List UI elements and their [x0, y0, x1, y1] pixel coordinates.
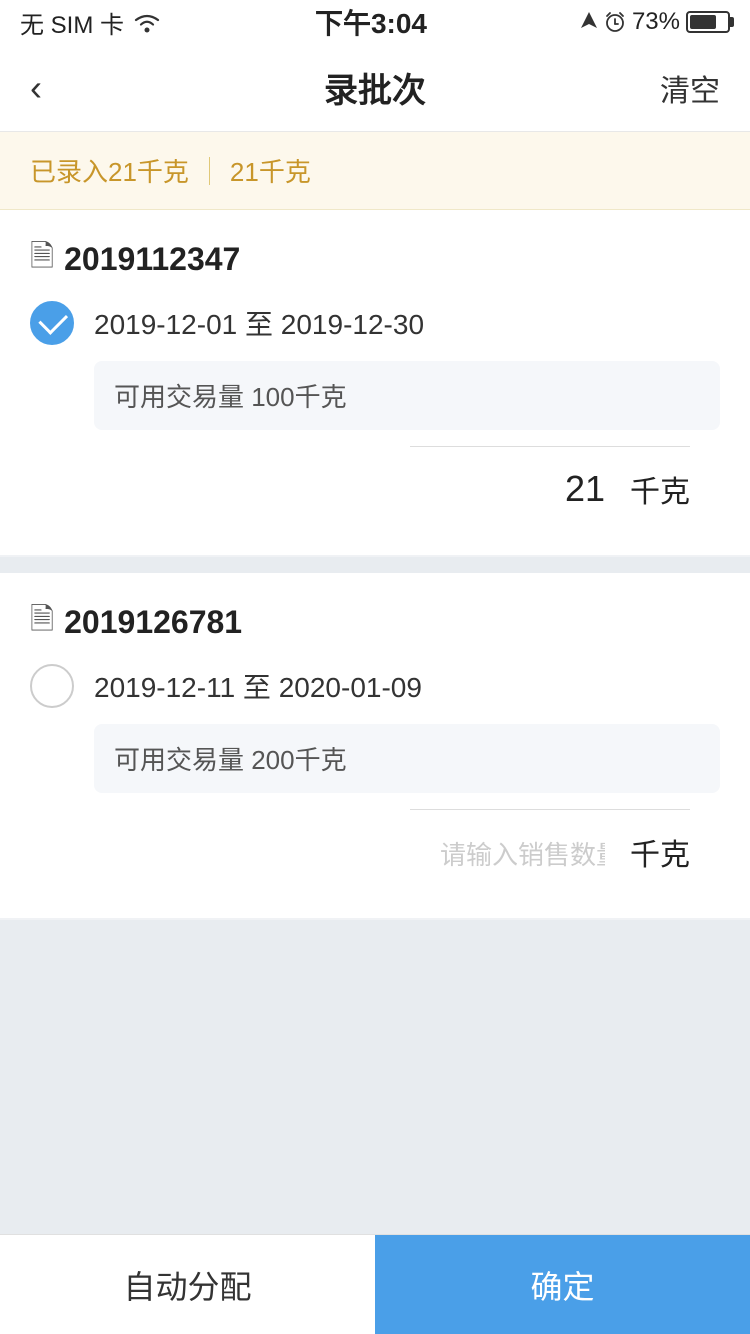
- batch-2-quantity-input[interactable]: [440, 831, 620, 873]
- info-divider: [209, 157, 210, 185]
- batch-1-avail: 可用交易量 100千克: [94, 361, 720, 430]
- batch-2-quantity-row: 千克: [30, 820, 720, 894]
- status-right: 73%: [580, 8, 730, 36]
- status-time: 下午3:04: [315, 2, 427, 42]
- batch-2-doc-icon: 🗎: [30, 597, 54, 648]
- batch-2-header: 🗎 2019126781: [30, 597, 720, 648]
- status-left: 无 SIM 卡: [20, 5, 162, 40]
- status-bar: 无 SIM 卡 下午3:04 73%: [0, 0, 750, 44]
- batch-item-1: 🗎 2019112347 2019-12-01 至 2019-12-30 可用交…: [0, 210, 750, 555]
- batch-1-header: 🗎 2019112347: [30, 234, 720, 285]
- clear-button[interactable]: 清空: [660, 66, 720, 110]
- section-divider: [0, 557, 750, 573]
- batch-2-id: 2019126781: [64, 604, 242, 641]
- batch-2-avail: 可用交易量 200千克: [94, 724, 720, 793]
- location-icon: [580, 11, 598, 33]
- batch-1-input-underline: [410, 446, 690, 447]
- batch-2-radio[interactable]: [30, 664, 74, 708]
- bottom-bar: 自动分配 确定: [0, 1234, 750, 1334]
- auto-distribute-button[interactable]: 自动分配: [0, 1235, 375, 1334]
- carrier-label: 无 SIM 卡: [20, 5, 124, 40]
- batch-1-doc-icon: 🗎: [30, 234, 54, 285]
- batch-2-unit: 千克: [630, 830, 690, 874]
- batch-1-id: 2019112347: [64, 241, 240, 278]
- battery-icon: [686, 11, 730, 33]
- recorded-amount-value: 21千克: [230, 152, 311, 189]
- battery-percent: 73%: [632, 8, 680, 36]
- batch-1-quantity-row: 千克: [30, 457, 720, 531]
- info-banner: 已录入21千克 21千克: [0, 132, 750, 210]
- batch-item-2: 🗎 2019126781 2019-12-11 至 2020-01-09 可用交…: [0, 573, 750, 918]
- batch-1-quantity-input[interactable]: [440, 468, 620, 510]
- wifi-icon: [132, 11, 162, 33]
- batch-1-radio[interactable]: [30, 301, 74, 345]
- confirm-button[interactable]: 确定: [375, 1235, 750, 1334]
- page-title: 录批次: [324, 63, 426, 112]
- batch-1-unit: 千克: [630, 467, 690, 511]
- batch-2-date-range: 2019-12-11 至 2020-01-09: [94, 666, 422, 706]
- batch-1-date-row: 2019-12-01 至 2019-12-30: [30, 301, 720, 345]
- batch-2-date-row: 2019-12-11 至 2020-01-09: [30, 664, 720, 708]
- recorded-amount-label: 已录入21千克: [30, 152, 189, 189]
- nav-bar: ‹ 录批次 清空: [0, 44, 750, 132]
- back-button[interactable]: ‹: [30, 67, 90, 109]
- batch-1-date-range: 2019-12-01 至 2019-12-30: [94, 303, 424, 343]
- alarm-icon: [604, 11, 626, 33]
- batch-2-input-underline: [410, 809, 690, 810]
